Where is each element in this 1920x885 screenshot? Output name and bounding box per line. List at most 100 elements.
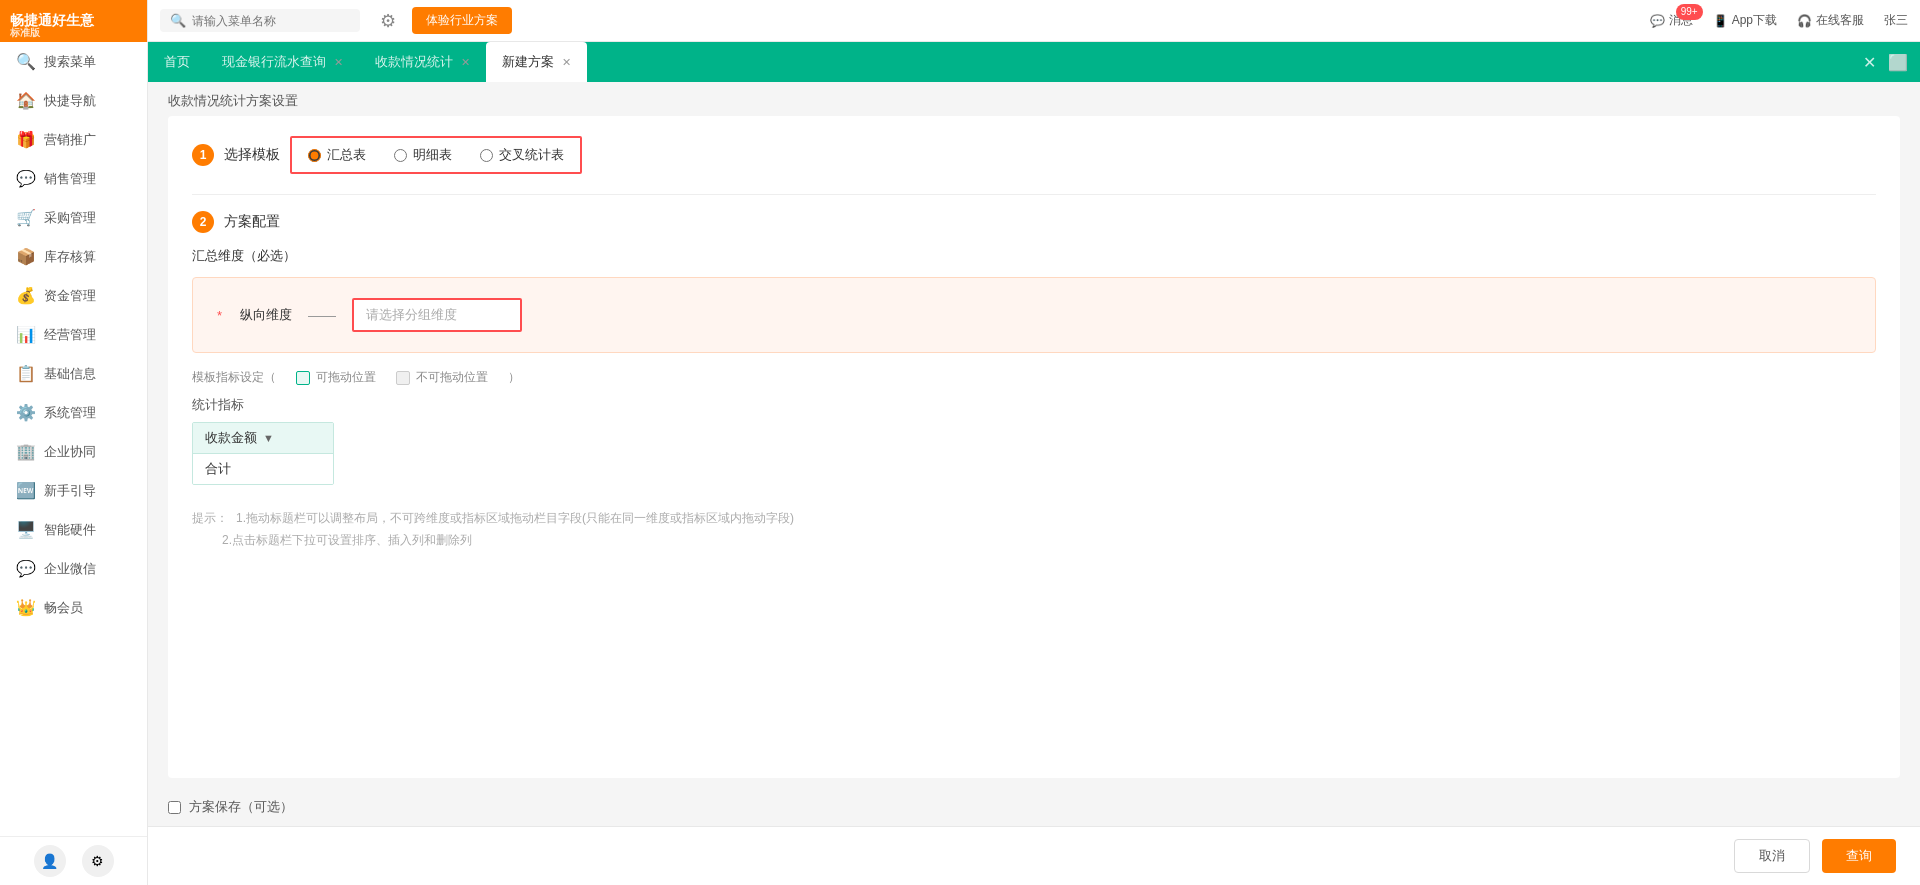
wechat-icon: 💬 <box>16 559 36 578</box>
sidebar-item-operation[interactable]: 📊 经营管理 <box>0 315 147 354</box>
radio-summary-input[interactable] <box>308 149 321 162</box>
tab-new-plan[interactable]: 新建方案 ✕ <box>486 42 587 82</box>
page-title-bar: 收款情况统计方案设置 <box>148 82 1920 116</box>
sidebar-item-marketing[interactable]: 🎁 营销推广 <box>0 120 147 159</box>
tip-line-2: 2.点击标题栏下拉可设置排序、插入列和删除列 <box>192 530 1876 552</box>
sidebar-item-system[interactable]: ⚙️ 系统管理 <box>0 393 147 432</box>
download-wrapper[interactable]: 📱 App下载 <box>1713 12 1777 29</box>
tab-bank-flow-close-icon[interactable]: ✕ <box>334 56 343 69</box>
metrics-column-label: 收款金额 <box>205 429 257 447</box>
save-plan-input[interactable] <box>168 801 181 814</box>
tab-bank-flow[interactable]: 现金银行流水查询 ✕ <box>206 42 359 82</box>
sidebar-settings-icon[interactable]: ⚙ <box>82 845 114 877</box>
inventory-icon: 📦 <box>16 247 36 266</box>
step2-section: 2 方案配置 汇总维度（必选） * 纵向维度 —— 请选择分组维度 <box>192 211 1876 551</box>
tab-new-plan-close-icon[interactable]: ✕ <box>562 56 571 69</box>
sidebar-avatar[interactable]: 👤 <box>34 845 66 877</box>
tab-home[interactable]: 首页 <box>148 42 206 82</box>
sidebar-label-guide: 新手引导 <box>44 482 96 500</box>
tab-close-window-icon[interactable]: ✕ <box>1863 53 1876 72</box>
sidebar-item-hardware[interactable]: 🖥️ 智能硬件 <box>0 510 147 549</box>
system-icon: ⚙️ <box>16 403 36 422</box>
base-info-icon: 📋 <box>16 364 36 383</box>
hardware-icon: 🖥️ <box>16 520 36 539</box>
finance-icon: 💰 <box>16 286 36 305</box>
topbar-right: 💬 消息 99+ 📱 App下载 🎧 在线客服 张三 <box>1650 12 1908 29</box>
legend-draggable: 可拖动位置 <box>296 369 376 386</box>
radio-detail[interactable]: 明细表 <box>394 146 452 164</box>
sidebar-label-enterprise: 企业协同 <box>44 443 96 461</box>
sidebar-item-enterprise[interactable]: 🏢 企业协同 <box>0 432 147 471</box>
dimension-row: * 纵向维度 —— 请选择分组维度 <box>217 298 1851 332</box>
notification-wrapper[interactable]: 💬 消息 99+ <box>1650 12 1693 29</box>
radio-detail-input[interactable] <box>394 149 407 162</box>
user-name: 张三 <box>1884 12 1908 29</box>
sidebar: 畅捷通好生意 标准版 🔍 搜索菜单 🏠 快捷导航 🎁 营销推广 💬 销售管理 🛒… <box>0 0 148 885</box>
sidebar-label-search-menu: 搜索菜单 <box>44 53 96 71</box>
content-area: 收款情况统计方案设置 1 选择模板 汇总表 明细表 <box>148 82 1920 826</box>
sidebar-label-base-info: 基础信息 <box>44 365 96 383</box>
sidebar-item-sales[interactable]: 💬 销售管理 <box>0 159 147 198</box>
sidebar-label-system: 系统管理 <box>44 404 96 422</box>
radio-summary-label: 汇总表 <box>327 146 366 164</box>
sidebar-item-quick-nav[interactable]: 🏠 快捷导航 <box>0 81 147 120</box>
save-plan-checkbox[interactable]: 方案保存（可选） <box>168 798 1900 816</box>
search-menu-icon: 🔍 <box>16 52 36 71</box>
sidebar-logo: 畅捷通好生意 标准版 <box>0 0 147 42</box>
sidebar-item-purchase[interactable]: 🛒 采购管理 <box>0 198 147 237</box>
topbar: 🔍 ⚙ 体验行业方案 💬 消息 99+ 📱 App下载 🎧 在线客服 张三 <box>148 0 1920 42</box>
service-wrapper[interactable]: 🎧 在线客服 <box>1797 12 1864 29</box>
search-box[interactable]: 🔍 <box>160 9 360 32</box>
query-button[interactable]: 查询 <box>1822 839 1896 873</box>
sidebar-label-finance: 资金管理 <box>44 287 96 305</box>
metrics-section: 模板指标设定（ 可拖动位置 不可拖动位置 ） 统计指标 <box>192 369 1876 488</box>
radio-cross[interactable]: 交叉统计表 <box>480 146 564 164</box>
sidebar-item-wechat[interactable]: 💬 企业微信 <box>0 549 147 588</box>
form-card: 1 选择模板 汇总表 明细表 交叉统计表 <box>168 116 1900 778</box>
tip-title: 提示： <box>192 508 228 530</box>
tab-home-label: 首页 <box>164 53 190 71</box>
purchase-icon: 🛒 <box>16 208 36 227</box>
gear-icon[interactable]: ⚙ <box>380 10 396 32</box>
tab-bank-flow-label: 现金银行流水查询 <box>222 53 326 71</box>
step1-num: 1 <box>192 144 214 166</box>
tabs-right-actions: ✕ ⬜ <box>1863 53 1920 72</box>
sidebar-item-finance[interactable]: 💰 资金管理 <box>0 276 147 315</box>
sidebar-item-base-info[interactable]: 📋 基础信息 <box>0 354 147 393</box>
marketing-icon: 🎁 <box>16 130 36 149</box>
dimension-select[interactable]: 请选择分组维度 <box>352 298 522 332</box>
legend-draggable-label: 可拖动位置 <box>316 369 376 386</box>
radio-detail-label: 明细表 <box>413 146 452 164</box>
save-plan-label: 方案保存（可选） <box>189 798 293 816</box>
metrics-table-header[interactable]: 收款金额 ▼ <box>193 423 333 454</box>
tab-receipt-stat-close-icon[interactable]: ✕ <box>461 56 470 69</box>
tab-maximize-icon[interactable]: ⬜ <box>1888 53 1908 72</box>
notification-badge: 99+ <box>1676 4 1703 20</box>
cancel-button[interactable]: 取消 <box>1734 839 1810 873</box>
tab-receipt-stat[interactable]: 收款情况统计 ✕ <box>359 42 486 82</box>
radio-summary[interactable]: 汇总表 <box>308 146 366 164</box>
sidebar-item-member[interactable]: 👑 畅会员 <box>0 588 147 627</box>
operation-icon: 📊 <box>16 325 36 344</box>
metrics-dropdown-icon[interactable]: ▼ <box>263 432 274 444</box>
legend-fixed-box <box>396 371 410 385</box>
radio-cross-input[interactable] <box>480 149 493 162</box>
quick-nav-icon: 🏠 <box>16 91 36 110</box>
sidebar-item-search-menu[interactable]: 🔍 搜索菜单 <box>0 42 147 81</box>
sidebar-item-inventory[interactable]: 📦 库存核算 <box>0 237 147 276</box>
sidebar-label-sales: 销售管理 <box>44 170 96 188</box>
tip-text-1: 1.拖动标题栏可以调整布局，不可跨维度或指标区域拖动栏目字段(只能在同一维度或指… <box>236 508 794 530</box>
search-input[interactable] <box>192 14 342 28</box>
download-label: App下载 <box>1732 12 1777 29</box>
dimension-select-placeholder: 请选择分组维度 <box>366 307 457 322</box>
sidebar-item-guide[interactable]: 🆕 新手引导 <box>0 471 147 510</box>
sidebar-label-inventory: 库存核算 <box>44 248 96 266</box>
dimension-area: * 纵向维度 —— 请选择分组维度 <box>192 277 1876 353</box>
legend-draggable-box <box>296 371 310 385</box>
metrics-legend-end: ） <box>508 369 520 386</box>
user-wrapper[interactable]: 张三 <box>1884 12 1908 29</box>
sidebar-label-marketing: 营销推广 <box>44 131 96 149</box>
industry-plan-button[interactable]: 体验行业方案 <box>412 7 512 34</box>
edition-label: 标准版 <box>10 26 40 40</box>
vertical-dimension-label: 纵向维度 <box>240 306 292 324</box>
